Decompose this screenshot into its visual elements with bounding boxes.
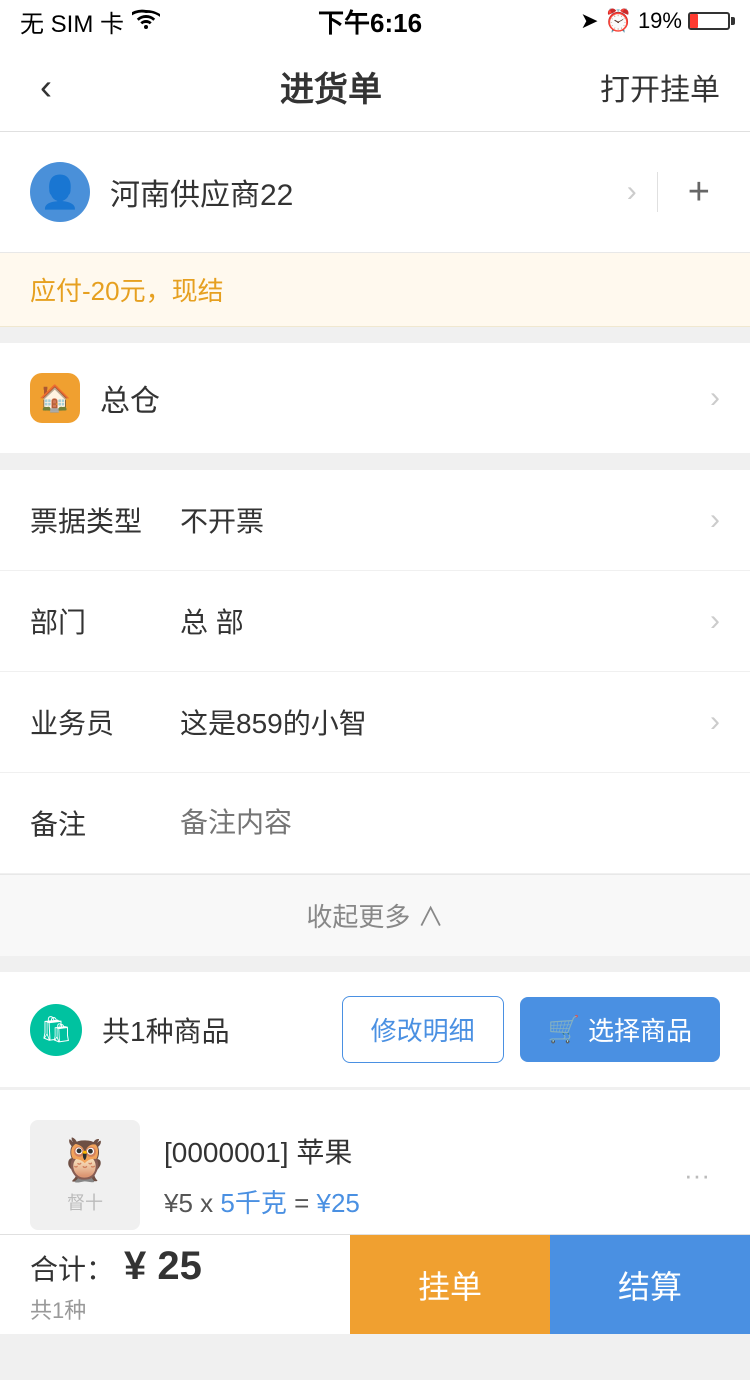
dept-label: 部门 xyxy=(30,601,150,641)
product-more-button[interactable]: ··· xyxy=(674,1150,720,1201)
supplier-row[interactable]: 👤 河南供应商22 › + xyxy=(0,132,750,253)
avatar-icon: 👤 xyxy=(40,173,80,211)
status-right: ➤ ⏰ 19% xyxy=(580,8,730,34)
content-area: 👤 河南供应商22 › + 应付-20元，现结 🏠 总仓 › 票据类型 不开票 … xyxy=(0,132,750,1380)
item-count: 共1种 xyxy=(30,1293,202,1325)
product-thumbnail: 🦉 督十 xyxy=(30,1120,140,1230)
separator-2 xyxy=(0,454,750,470)
remark-label: 备注 xyxy=(30,803,150,843)
product-name: [0000001] 苹果 xyxy=(164,1131,674,1171)
select-product-icon: 🛒 xyxy=(548,1014,580,1045)
divider xyxy=(657,172,658,212)
location-icon: ➤ xyxy=(580,8,598,34)
hang-button[interactable]: 挂单 xyxy=(350,1235,550,1334)
separator-1 xyxy=(0,327,750,343)
page-title: 进货单 xyxy=(280,62,382,111)
product-equals: = xyxy=(294,1188,316,1218)
product-header: 🛍 共1种商品 修改明细 🛒 选择商品 xyxy=(0,972,750,1088)
warehouse-chevron-icon: › xyxy=(710,381,720,415)
select-product-button[interactable]: 🛒 选择商品 xyxy=(520,997,720,1062)
remark-input[interactable] xyxy=(180,807,720,839)
supplier-chevron-icon: › xyxy=(627,175,637,209)
notice-text: 应付-20元，现结 xyxy=(30,276,224,306)
notice-banner: 应付-20元，现结 xyxy=(0,253,750,327)
supplier-name: 河南供应商22 xyxy=(110,170,627,214)
warehouse-row[interactable]: 🏠 总仓 › xyxy=(0,343,750,454)
product-total: ¥25 xyxy=(317,1188,360,1218)
edit-detail-button[interactable]: 修改明细 xyxy=(342,996,504,1063)
salesman-label: 业务员 xyxy=(30,702,150,742)
dept-row[interactable]: 部门 总 部 › xyxy=(0,571,750,672)
product-count: 共1种商品 xyxy=(102,1010,342,1050)
open-hang-button[interactable]: 打开挂单 xyxy=(600,65,720,109)
invoice-label: 票据类型 xyxy=(30,500,150,540)
product-title: 苹果 xyxy=(296,1137,352,1168)
salesman-value: 这是859的小智 xyxy=(180,702,710,742)
supplier-add-button[interactable]: + xyxy=(678,166,720,219)
salesman-row[interactable]: 业务员 这是859的小智 › xyxy=(0,672,750,773)
status-bar: 无 SIM 卡 下午6:16 ➤ ⏰ 19% xyxy=(0,0,750,42)
warehouse-icon: 🏠 xyxy=(30,373,80,423)
invoice-chevron-icon: › xyxy=(710,503,720,537)
carrier-text: 无 SIM 卡 xyxy=(20,4,124,39)
wifi-icon xyxy=(132,7,160,36)
status-time: 下午6:16 xyxy=(318,3,422,40)
status-left: 无 SIM 卡 xyxy=(20,4,160,39)
invoice-row[interactable]: 票据类型 不开票 › xyxy=(0,470,750,571)
nav-bar: ‹ 进货单 打开挂单 xyxy=(0,42,750,132)
checkout-button[interactable]: 结算 xyxy=(550,1235,750,1334)
battery-icon xyxy=(688,12,730,30)
dept-chevron-icon: › xyxy=(710,604,720,638)
product-code: [0000001] xyxy=(164,1137,289,1168)
brand-label: 督十 xyxy=(67,1189,103,1215)
product-multiply: x xyxy=(200,1188,220,1218)
owl-icon: 🦉 xyxy=(59,1136,111,1185)
total-label: 合计： xyxy=(30,1248,114,1288)
alarm-icon: ⏰ xyxy=(605,8,632,34)
collapse-toggle[interactable]: 收起更多 ∧ xyxy=(0,874,750,956)
collapse-label: 收起更多 ∧ xyxy=(306,902,443,932)
product-unit-price: ¥5 xyxy=(164,1188,193,1218)
supplier-avatar: 👤 xyxy=(30,162,90,222)
total-value: ¥ 25 xyxy=(124,1244,202,1289)
warehouse-label: 总仓 xyxy=(100,376,710,420)
product-price-row: ¥5 x 5千克 = ¥25 xyxy=(164,1183,674,1220)
back-button[interactable]: ‹ xyxy=(30,56,62,118)
invoice-value: 不开票 xyxy=(180,500,710,540)
salesman-chevron-icon: › xyxy=(710,705,720,739)
product-quantity: 5千克 xyxy=(220,1188,286,1218)
dept-value: 总 部 xyxy=(180,601,710,641)
select-product-label: 选择商品 xyxy=(588,1011,692,1048)
battery-percent: 19% xyxy=(638,8,682,34)
bottom-bar: 合计： ¥ 25 共1种 挂单 结算 xyxy=(0,1234,750,1334)
remark-row: 备注 xyxy=(0,773,750,874)
summary-area: 合计： ¥ 25 共1种 xyxy=(0,1235,350,1334)
supplier-section: 👤 河南供应商22 › + 应付-20元，现结 xyxy=(0,132,750,327)
product-icon: 🛍 xyxy=(30,1004,82,1056)
product-info: [0000001] 苹果 ¥5 x 5千克 = ¥25 xyxy=(164,1131,674,1220)
